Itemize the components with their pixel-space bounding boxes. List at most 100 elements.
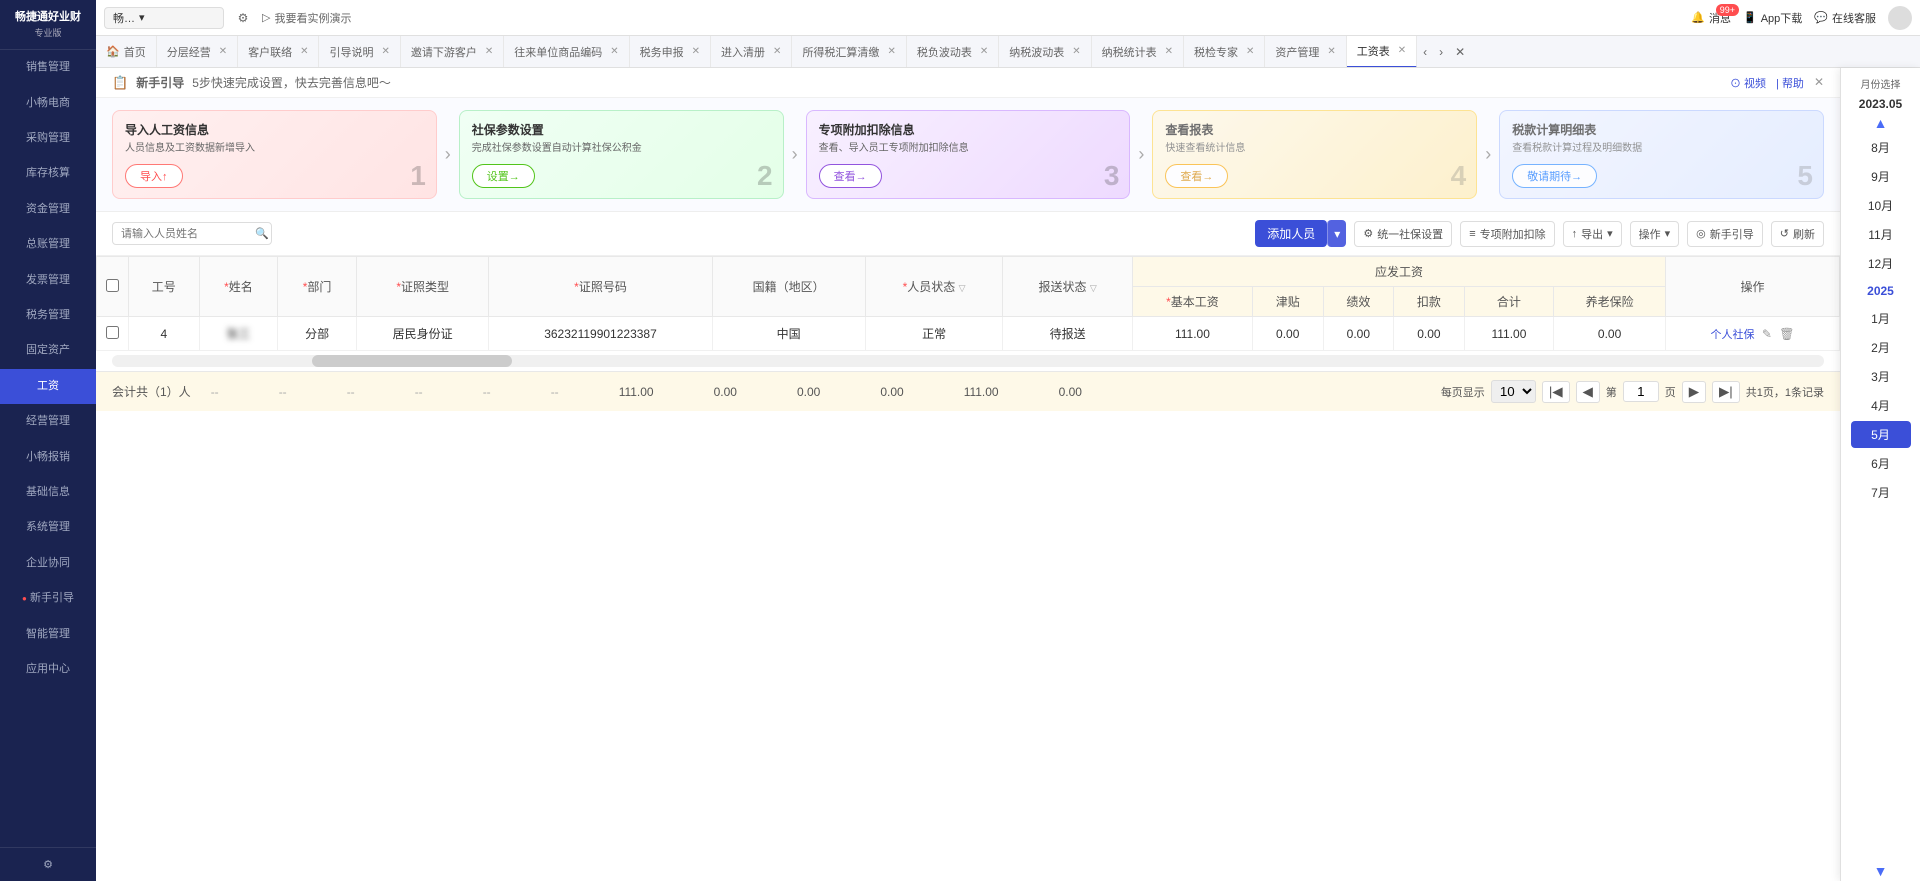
tab-close-tax_wave[interactable]: ✕ — [980, 46, 988, 57]
search-icon[interactable]: 🔍 — [255, 227, 269, 240]
tab-close-vendor_code[interactable]: ✕ — [610, 46, 618, 57]
tab-clearance[interactable]: 进入清册✕ — [711, 36, 792, 68]
company-selector[interactable]: 畅… ▾ — [104, 7, 224, 29]
tab-close-guide_ref[interactable]: ✕ — [381, 46, 389, 57]
tab-customer[interactable]: 客户联络✕ — [238, 36, 319, 68]
sidebar-item-assets[interactable]: 固定资产 — [0, 333, 96, 368]
page-number-input[interactable] — [1623, 381, 1659, 402]
tab-close-customer[interactable]: ✕ — [300, 46, 308, 57]
sidebar-item-apps[interactable]: 应用中心 — [0, 652, 96, 687]
month-item-5[interactable]: 2025 — [1851, 279, 1911, 303]
send-status-filter-icon[interactable]: ▽ — [1090, 283, 1097, 293]
tab-close-asset_mgmt[interactable]: ✕ — [1327, 46, 1335, 57]
table-scrollbar-thumb[interactable] — [312, 355, 512, 367]
export-button[interactable]: ↑ 导出 ▾ — [1563, 221, 1622, 247]
sidebar-settings[interactable]: ⚙ — [0, 847, 96, 881]
prev-page-button[interactable]: ◀ — [1576, 381, 1600, 403]
table-scrollbar[interactable] — [112, 355, 1824, 367]
tab-home[interactable]: 🏠 首页 — [96, 36, 157, 68]
tab-nav-prev[interactable]: ‹ — [1417, 45, 1433, 59]
tab-tax_stat[interactable]: 纳税波动表✕ — [999, 36, 1091, 68]
sidebar-item-inventory[interactable]: 库存核算 — [0, 156, 96, 191]
tab-vendor_code[interactable]: 往来单位商品编码✕ — [504, 36, 629, 68]
month-item-12[interactable]: 7月 — [1851, 479, 1911, 506]
last-page-button[interactable]: ▶| — [1712, 381, 1740, 403]
search-input-wrapper[interactable]: 🔍 — [112, 222, 272, 245]
guide-close-icon[interactable]: ✕ — [1814, 75, 1824, 91]
tab-close-partition[interactable]: ✕ — [219, 46, 227, 57]
sidebar-item-salary[interactable]: 工资 — [0, 369, 96, 404]
tab-nav-next[interactable]: › — [1433, 45, 1449, 59]
tab-close-tax_count[interactable]: ✕ — [1165, 46, 1173, 57]
tab-close-tax_report[interactable]: ✕ — [692, 46, 700, 57]
step-2-button[interactable]: 设置→ — [472, 164, 535, 188]
month-item-8[interactable]: 3月 — [1851, 363, 1911, 390]
tab-tax_wave[interactable]: 税负波动表✕ — [907, 36, 999, 68]
add-person-dropdown[interactable]: ▾ — [1327, 220, 1346, 247]
sidebar-item-system[interactable]: 系统管理 — [0, 510, 96, 545]
month-item-9[interactable]: 4月 — [1851, 392, 1911, 419]
help-link[interactable]: | 帮助 — [1776, 75, 1804, 91]
month-item-11[interactable]: 6月 — [1851, 450, 1911, 477]
social-insurance-link[interactable]: 个人社保 — [1711, 329, 1755, 341]
demo-button[interactable]: ▷ 我要看实例演示 — [262, 10, 351, 26]
page-size-select[interactable]: 10 20 50 — [1491, 380, 1536, 403]
tab-invite[interactable]: 邀请下游客户✕ — [401, 36, 504, 68]
month-item-1[interactable]: 9月 — [1851, 163, 1911, 190]
guide-title[interactable]: 新手引导 — [136, 74, 184, 91]
month-item-4[interactable]: 12月 — [1851, 250, 1911, 277]
online-service-button[interactable]: 💬 在线客服 — [1814, 10, 1876, 26]
social-settings-button[interactable]: ⚙ 统一社保设置 — [1354, 221, 1452, 247]
sidebar-item-basic[interactable]: 基础信息 — [0, 475, 96, 510]
month-item-0[interactable]: 8月 — [1851, 134, 1911, 161]
tab-tax_report[interactable]: 税务申报✕ — [630, 36, 711, 68]
step-4-button[interactable]: 查看→ — [1165, 164, 1228, 188]
video-link[interactable]: ⊙ 视频 — [1730, 75, 1766, 91]
month-item-7[interactable]: 2月 — [1851, 334, 1911, 361]
tab-tax_count[interactable]: 纳税统计表✕ — [1092, 36, 1184, 68]
sidebar-item-purchase[interactable]: 采购管理 — [0, 121, 96, 156]
step-3-button[interactable]: 查看→ — [819, 164, 882, 188]
delete-icon[interactable]: 🗑 — [1779, 327, 1794, 341]
month-down-nav[interactable]: ▼ — [1872, 861, 1890, 881]
tab-close-tax_expert[interactable]: ✕ — [1246, 46, 1254, 57]
tab-close-tax_stat[interactable]: ✕ — [1072, 46, 1080, 57]
tab-partition[interactable]: 分层经营✕ — [157, 36, 238, 68]
row-checkbox[interactable] — [106, 326, 119, 339]
tab-close-income_tax[interactable]: ✕ — [887, 46, 895, 57]
tab-close-clearance[interactable]: ✕ — [773, 46, 781, 57]
step-5-button[interactable]: 敬请期待→ — [1512, 164, 1597, 188]
guide-button[interactable]: ◎ 新手引导 — [1687, 221, 1763, 247]
month-up-nav[interactable]: ▲ — [1872, 113, 1890, 133]
month-item-3[interactable]: 11月 — [1851, 221, 1911, 248]
select-all-checkbox[interactable] — [106, 279, 119, 292]
sidebar-item-guide[interactable]: ● 新手引导 — [0, 581, 96, 616]
sidebar-item-tax[interactable]: 税务管理 — [0, 298, 96, 333]
step-1-button[interactable]: 导入↑ — [125, 164, 183, 188]
sidebar-item-coop[interactable]: 企业协同 — [0, 546, 96, 581]
tab-close-payroll[interactable]: ✕ — [1398, 45, 1406, 56]
search-input[interactable] — [121, 228, 251, 240]
sidebar-item-sales[interactable]: 销售管理 — [0, 50, 96, 85]
deduction-button[interactable]: ≡ 专项附加扣除 — [1460, 221, 1554, 247]
tab-tax_expert[interactable]: 税检专家✕ — [1184, 36, 1265, 68]
tab-close-all[interactable]: ✕ — [1449, 45, 1471, 59]
add-person-button[interactable]: 添加人员 — [1255, 220, 1327, 247]
app-download-button[interactable]: 📱 App下载 — [1743, 10, 1802, 26]
user-avatar[interactable] — [1888, 6, 1912, 30]
month-item-10[interactable]: 5月 — [1851, 421, 1911, 448]
next-page-button[interactable]: ▶ — [1682, 381, 1706, 403]
notification-button[interactable]: 🔔 消息 99+ — [1691, 10, 1731, 26]
tab-guide_ref[interactable]: 引导说明✕ — [319, 36, 400, 68]
first-page-button[interactable]: |◀ — [1542, 381, 1570, 403]
tab-income_tax[interactable]: 所得税汇算清缴✕ — [792, 36, 906, 68]
status-filter-icon[interactable]: ▽ — [959, 283, 966, 293]
sidebar-item-marketing[interactable]: 小畅报销 — [0, 440, 96, 475]
sidebar-item-operations[interactable]: 经营管理 — [0, 404, 96, 439]
sidebar-item-ecommerce[interactable]: 小畅电商 — [0, 86, 96, 121]
edit-icon[interactable]: ✎ — [1762, 327, 1772, 341]
sidebar-item-capital[interactable]: 资金管理 — [0, 192, 96, 227]
month-item-6[interactable]: 1月 — [1851, 305, 1911, 332]
tab-payroll[interactable]: 工资表✕ — [1347, 36, 1417, 68]
settings-icon[interactable]: ⚙ — [232, 7, 254, 29]
